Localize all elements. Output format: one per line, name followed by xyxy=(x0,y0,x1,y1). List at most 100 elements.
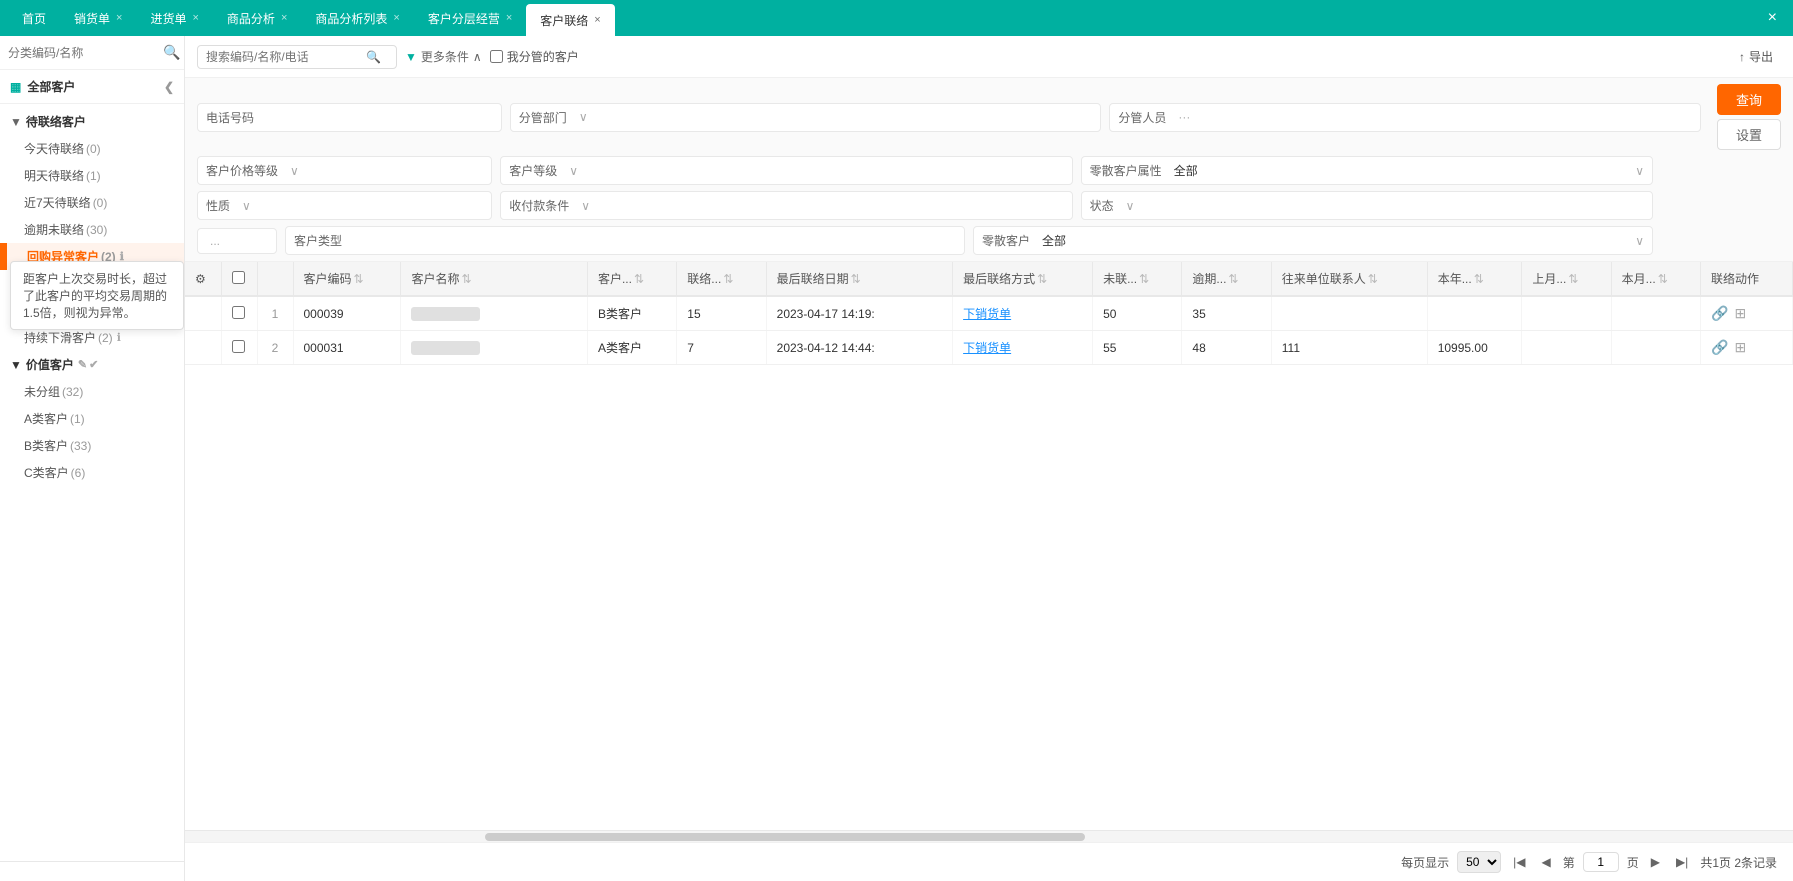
page-last-button[interactable]: ▶| xyxy=(1672,853,1692,871)
customer-level-arrow-icon: ∨ xyxy=(569,164,578,178)
sidebar-tomorrow-pending[interactable]: 明天待联络 (1) xyxy=(0,162,184,189)
window-close-button[interactable]: × xyxy=(1760,9,1785,27)
nav-product-list[interactable]: 商品分析列表 × xyxy=(301,0,413,36)
sidebar-collapse-icon[interactable]: ❮ xyxy=(164,80,174,94)
row1-link-icon[interactable]: 🔗 xyxy=(1711,305,1728,322)
sidebar-c-customers[interactable]: C类客户 (6) xyxy=(0,459,184,486)
retail-attr-field[interactable]: 零散客户属性 全部 ∨ xyxy=(1081,156,1653,185)
pending-arrow-icon: ▼ xyxy=(10,115,22,129)
price-level-arrow-icon: ∨ xyxy=(290,164,299,178)
row1-name-blurred: ████████ xyxy=(411,307,479,321)
table-scroll-bar[interactable] xyxy=(185,830,1793,842)
page-unit-label: 页 xyxy=(1627,854,1639,871)
row2-last-contact-method[interactable]: 下销货单 xyxy=(953,331,1093,365)
close-product-analysis-icon[interactable]: × xyxy=(281,12,287,24)
payment-terms-field[interactable]: 收付款条件 ∨ xyxy=(500,191,1072,220)
per-page-select[interactable]: 50 xyxy=(1457,851,1501,873)
row2-level: A类客户 xyxy=(587,331,676,365)
nav-home[interactable]: 首页 xyxy=(8,0,60,36)
sidebar-a-customers[interactable]: A类客户 (1) xyxy=(0,405,184,432)
row1-code: 000039 xyxy=(293,296,401,331)
row1-last-contact-method[interactable]: 下销货单 xyxy=(953,296,1093,331)
filter-icon: ▼ xyxy=(405,50,417,64)
nav-purchase[interactable]: 进货单 × xyxy=(136,0,212,36)
page-input[interactable] xyxy=(1583,852,1619,872)
page-first-button[interactable]: |◀ xyxy=(1509,853,1529,871)
row1-contact: 15 xyxy=(677,296,766,331)
value-edit-icon[interactable]: ✎ xyxy=(78,358,87,371)
sidebar-value-section[interactable]: ▼ 价值客户 ✎ ✔ xyxy=(0,351,184,378)
query-button[interactable]: 查询 xyxy=(1717,84,1781,115)
status-field[interactable]: 状态 ∨ xyxy=(1081,191,1653,220)
sidebar-pending-section[interactable]: ▼ 待联络客户 xyxy=(0,108,184,135)
row2-link-icon[interactable]: 🔗 xyxy=(1711,339,1728,356)
export-button[interactable]: ↑ 导出 xyxy=(1731,44,1781,69)
customer-type-field[interactable]: 客户类型 xyxy=(285,226,965,255)
top-nav: 首页 销货单 × 进货单 × 商品分析 × 商品分析列表 × 客户分层经营 × … xyxy=(0,0,1793,36)
th-contact: 联络...⇅ xyxy=(677,262,766,296)
th-gear[interactable]: ⚙ xyxy=(185,262,221,296)
row1-overdue: 35 xyxy=(1182,296,1271,331)
sidebar-unclassified[interactable]: 未分组 (32) xyxy=(0,378,184,405)
nav-sales[interactable]: 销货单 × xyxy=(60,0,136,36)
more-conditions-button[interactable]: ▼ 更多条件 ∧ xyxy=(405,48,482,65)
row1-this-month xyxy=(1611,296,1700,331)
phone-field[interactable]: 电话号码 xyxy=(197,103,502,132)
retail-customer-field[interactable]: 零散客户 全部 ∨ xyxy=(973,226,1653,255)
code-sort-icon: ⇅ xyxy=(354,272,364,286)
row1-last-month xyxy=(1522,296,1611,331)
customer-search-input[interactable] xyxy=(206,50,366,64)
sidebar-today-pending[interactable]: 今天待联络 (0) xyxy=(0,135,184,162)
row1-uncontacted: 50 xyxy=(1093,296,1182,331)
sidebar-all-customers[interactable]: ▦ 全部客户 ❮ xyxy=(0,70,184,104)
sidebar-7day-pending[interactable]: 近7天待联络 (0) xyxy=(0,189,184,216)
row2-select[interactable] xyxy=(232,340,245,353)
branch-person-field[interactable]: 分管人员 ··· xyxy=(1109,103,1701,132)
sidebar-overdue-pending[interactable]: 逾期未联络 (30) xyxy=(0,216,184,243)
close-product-list-icon[interactable]: × xyxy=(393,12,399,24)
row1-grid-icon[interactable]: ⊞ xyxy=(1734,305,1746,322)
sidebar-b-customers[interactable]: B类客户 (33) xyxy=(0,432,184,459)
nav-customer-ops[interactable]: 客户分层经营 × xyxy=(414,0,526,36)
page-prev-button[interactable]: ◀ xyxy=(1537,853,1554,871)
my-customers-checkbox: 我分管的客户 xyxy=(490,48,579,65)
branch-person-dots-icon[interactable]: ··· xyxy=(1174,110,1194,124)
customer-price-level-field[interactable]: 客户价格等级 ∨ xyxy=(197,156,492,185)
sidebar-search-icon[interactable]: 🔍 xyxy=(163,44,180,61)
nav-customer-contact[interactable]: 客户联络 × xyxy=(526,4,614,36)
row2-grid-icon[interactable]: ⊞ xyxy=(1734,339,1746,356)
value-check-icon[interactable]: ✔ xyxy=(89,358,98,371)
my-customers-checkbox-input[interactable] xyxy=(490,50,503,63)
tooltip-box: 距客户上次交易时长，超过了此客户的平均交易周期的1.5倍，则视为异常。 xyxy=(10,261,184,330)
row2-gear xyxy=(185,331,221,365)
customer-search-icon[interactable]: 🔍 xyxy=(366,50,381,64)
settings-button[interactable]: 设置 xyxy=(1717,119,1781,150)
sidebar: 🔍 ▦ 全部客户 ❮ ▼ 待联络客户 今天待联络 (0) 明天待联络 (1) 近… xyxy=(0,36,185,881)
sidebar-search-input[interactable] xyxy=(8,46,163,60)
row1-select[interactable] xyxy=(232,306,245,319)
th-num xyxy=(257,262,293,296)
page-next-button[interactable]: ▶ xyxy=(1647,853,1664,871)
select-all-checkbox[interactable] xyxy=(232,271,245,284)
gender-field[interactable]: 性质 ∨ xyxy=(197,191,492,220)
row2-contact: 7 xyxy=(677,331,766,365)
table-header-row: ⚙ 客户编码⇅ 客户名称⇅ 客户...⇅ 联络...⇅ 最后联络日期⇅ 最后联络… xyxy=(185,262,1793,296)
row2-action-icons: 🔗 ⊞ xyxy=(1711,339,1782,356)
row2-last-contact-date: 2023-04-12 14:44: xyxy=(766,331,952,365)
th-last-contact-date: 最后联络日期⇅ xyxy=(766,262,952,296)
close-customer-ops-icon[interactable]: × xyxy=(506,12,512,24)
declining-info-icon[interactable]: ℹ xyxy=(117,331,121,344)
close-customer-contact-icon[interactable]: × xyxy=(594,14,600,26)
nav-product-analysis[interactable]: 商品分析 × xyxy=(213,0,301,36)
dots-field[interactable]: ... xyxy=(197,228,277,254)
th-level: 客户...⇅ xyxy=(587,262,676,296)
th-this-month: 本月...⇅ xyxy=(1611,262,1700,296)
row1-action-icons: 🔗 ⊞ xyxy=(1711,305,1782,322)
status-arrow-icon: ∨ xyxy=(1126,199,1135,213)
sidebar-search-bar: 🔍 xyxy=(0,36,184,70)
close-sales-icon[interactable]: × xyxy=(116,12,122,24)
scroll-thumb[interactable] xyxy=(485,833,1085,841)
branch-dept-field[interactable]: 分管部门 ∨ xyxy=(510,103,1102,132)
close-purchase-icon[interactable]: × xyxy=(192,12,198,24)
customer-level-field[interactable]: 客户等级 ∨ xyxy=(500,156,1072,185)
